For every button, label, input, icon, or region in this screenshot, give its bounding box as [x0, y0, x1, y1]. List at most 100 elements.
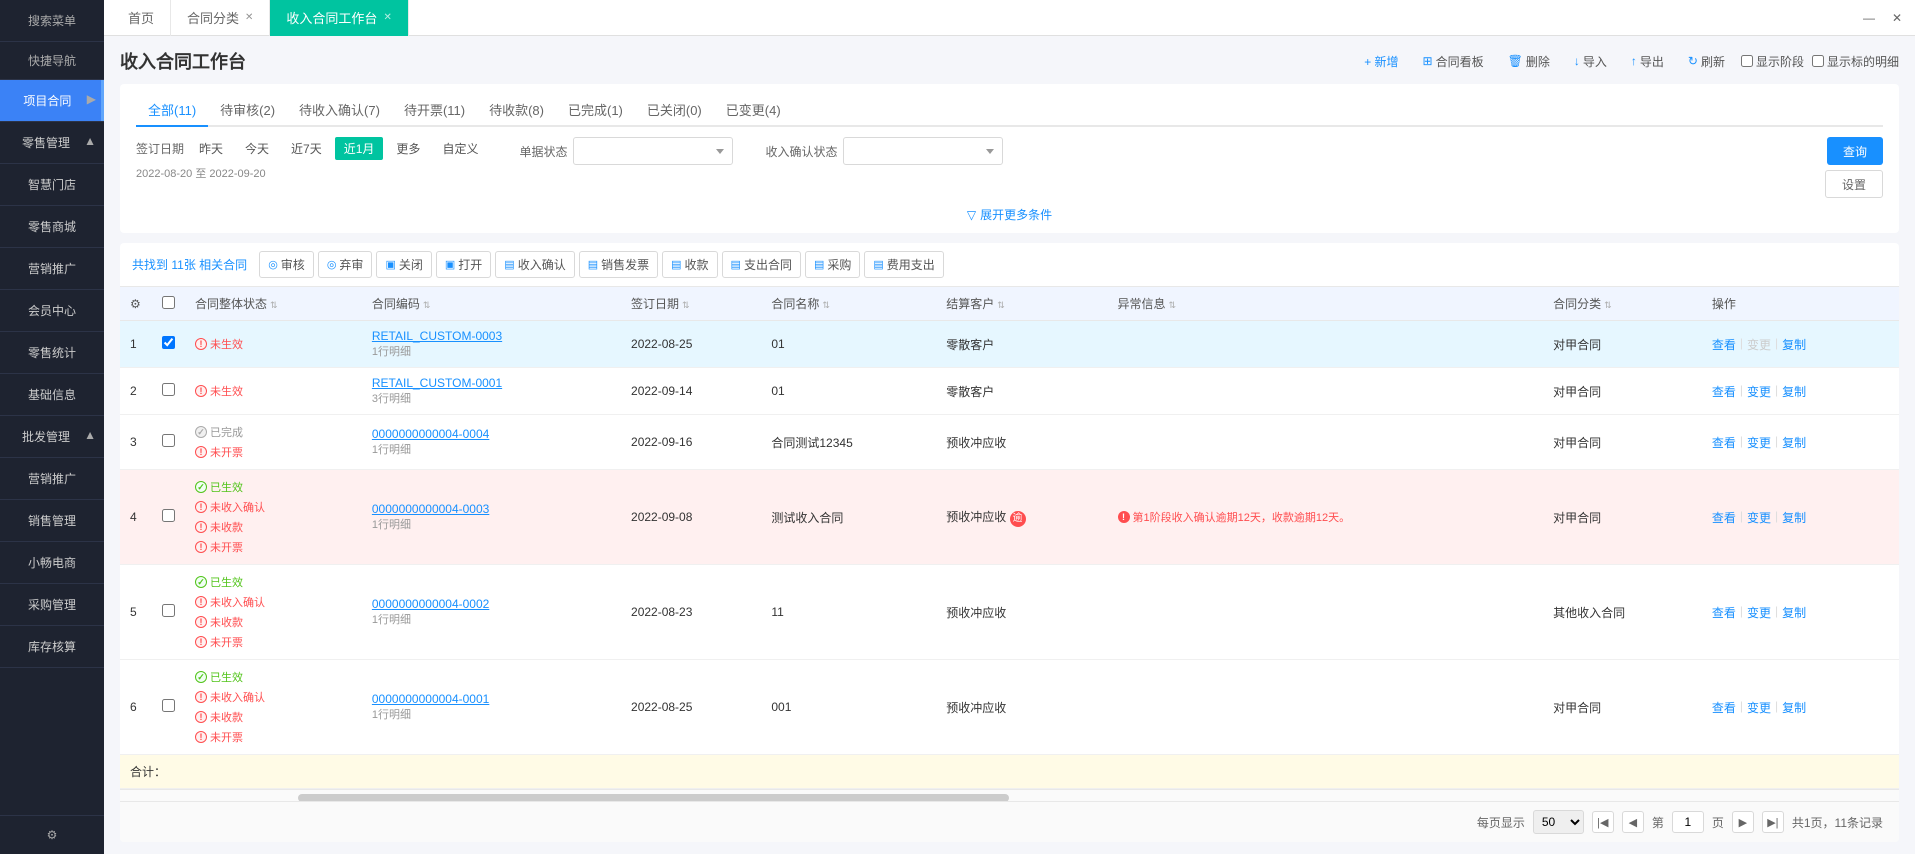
sidebar-quick-nav[interactable]: 快捷导航 — [0, 42, 104, 80]
expense-contract-btn[interactable]: ▤支出合同 — [722, 251, 801, 278]
refresh-btn[interactable]: ↻ 刷新 — [1680, 49, 1733, 74]
import-btn[interactable]: ↓ 导入 — [1566, 49, 1615, 74]
last-page-btn[interactable]: ▶| — [1762, 811, 1784, 833]
contract-code-link[interactable]: RETAIL_CUSTOM-0001 — [372, 376, 611, 390]
status-tab-pending-income[interactable]: 待收入确认(7) — [287, 94, 392, 127]
doc-status-select[interactable] — [573, 137, 733, 165]
show-stages-checkbox[interactable] — [1741, 55, 1753, 67]
sidebar-item-marketing1[interactable]: 营销推广 — [0, 248, 104, 290]
row-select-checkbox[interactable] — [162, 336, 175, 349]
view-btn[interactable]: 查看 — [1712, 434, 1736, 451]
copy-btn[interactable]: 复制 — [1782, 383, 1806, 400]
sidebar-item-wholesale[interactable]: 批发管理 ▲ — [0, 416, 104, 458]
tab-contract-category[interactable]: 合同分类 ✕ — [171, 0, 270, 36]
change-btn[interactable]: 变更 — [1747, 336, 1771, 353]
show-details-checkbox[interactable] — [1812, 55, 1824, 67]
sidebar-item-sales-mgmt[interactable]: 销售管理 — [0, 500, 104, 542]
payment-btn[interactable]: ▤收款 — [662, 251, 717, 278]
sidebar-item-retail-ecom[interactable]: 零售商城 — [0, 206, 104, 248]
tab-home[interactable]: 首页 — [112, 0, 171, 36]
income-confirm-select[interactable] — [843, 137, 1003, 165]
sidebar-item-purchase[interactable]: 采购管理 — [0, 584, 104, 626]
row-select-checkbox[interactable] — [162, 509, 175, 522]
set-btn[interactable]: 设置 — [1825, 170, 1883, 198]
copy-btn[interactable]: 复制 — [1782, 699, 1806, 716]
filter-date-7days[interactable]: 近7天 — [282, 137, 331, 160]
abandon-audit-btn[interactable]: ◎弃审 — [318, 251, 373, 278]
sidebar-item-member[interactable]: 会员中心 — [0, 290, 104, 332]
delete-btn[interactable]: 🗑 删除 — [1500, 49, 1558, 74]
contract-code-link[interactable]: RETAIL_CUSTOM-0003 — [372, 329, 611, 343]
sidebar-item-inventory[interactable]: 库存核算 — [0, 626, 104, 668]
sidebar-item-retail-mgmt[interactable]: 零售管理 ▲ — [0, 122, 104, 164]
income-confirm-btn[interactable]: ▤收入确认 — [495, 251, 574, 278]
purchase-btn[interactable]: ▤采购 — [805, 251, 860, 278]
row-select-checkbox[interactable] — [162, 604, 175, 617]
expense-out-btn[interactable]: ▤费用支出 — [864, 251, 943, 278]
close-window-btn[interactable]: ✕ — [1887, 8, 1907, 28]
tab-income-workbench[interactable]: 收入合同工作台 ✕ — [270, 0, 408, 36]
close-icon[interactable]: ✕ — [245, 12, 253, 23]
filter-date-more[interactable]: 更多 — [387, 137, 429, 160]
status-tab-pending-review[interactable]: 待审核(2) — [208, 94, 287, 127]
sidebar-item-base-info[interactable]: 基础信息 — [0, 374, 104, 416]
kanban-btn[interactable]: ⊞ 合同看板 — [1415, 49, 1492, 74]
status-tab-pending-invoice[interactable]: 待开票(11) — [392, 94, 477, 127]
view-btn[interactable]: 查看 — [1712, 336, 1736, 353]
filter-date-custom[interactable]: 自定义 — [433, 137, 487, 160]
status-tab-closed[interactable]: 已关闭(0) — [635, 94, 714, 127]
prev-page-btn[interactable]: ◀ — [1622, 811, 1644, 833]
sidebar-item-marketing2[interactable]: 营销推广 — [0, 458, 104, 500]
copy-btn[interactable]: 复制 — [1782, 434, 1806, 451]
show-stages-checkbox-label[interactable]: 显示阶段 — [1741, 53, 1804, 70]
contract-code-link[interactable]: 0000000000004-0002 — [372, 597, 611, 611]
copy-btn[interactable]: 复制 — [1782, 336, 1806, 353]
query-btn[interactable]: 查询 — [1827, 137, 1883, 165]
copy-btn[interactable]: 复制 — [1782, 509, 1806, 526]
sidebar-item-xiaochangec[interactable]: 小畅电商 — [0, 542, 104, 584]
contract-code-link[interactable]: 0000000000004-0001 — [372, 692, 611, 706]
sidebar-item-retail-stat[interactable]: 零售统计 — [0, 332, 104, 374]
show-details-checkbox-label[interactable]: 显示标的明细 — [1812, 53, 1899, 70]
first-page-btn[interactable]: |◀ — [1592, 811, 1614, 833]
close-contract-btn[interactable]: ▣关闭 — [376, 251, 431, 278]
sidebar-search[interactable]: 搜索菜单 — [0, 0, 104, 42]
view-btn[interactable]: 查看 — [1712, 383, 1736, 400]
export-btn[interactable]: ↑ 导出 — [1623, 49, 1672, 74]
change-btn[interactable]: 变更 — [1747, 604, 1771, 621]
change-btn[interactable]: 变更 — [1747, 383, 1771, 400]
contract-code-link[interactable]: 0000000000004-0004 — [372, 427, 611, 441]
view-btn[interactable]: 查看 — [1712, 699, 1736, 716]
change-btn[interactable]: 变更 — [1747, 699, 1771, 716]
open-contract-btn[interactable]: ▣打开 — [436, 251, 491, 278]
select-all-checkbox[interactable] — [162, 296, 175, 309]
filter-date-yesterday[interactable]: 昨天 — [190, 137, 232, 160]
sidebar-settings[interactable]: ⚙ — [0, 815, 104, 854]
next-page-btn[interactable]: ▶ — [1732, 811, 1754, 833]
filter-date-1month[interactable]: 近1月 — [335, 137, 384, 160]
expand-filter-btn[interactable]: ▽ 展开更多条件 — [967, 206, 1052, 223]
sidebar-item-project[interactable]: 项目合同 ▶ — [0, 80, 104, 122]
close-icon[interactable]: ✕ — [383, 12, 391, 23]
minimize-btn[interactable]: — — [1859, 8, 1879, 28]
row-select-checkbox[interactable] — [162, 383, 175, 396]
change-btn[interactable]: 变更 — [1747, 509, 1771, 526]
row-select-checkbox[interactable] — [162, 434, 175, 447]
page-size-select[interactable]: 50 10 20 100 — [1533, 810, 1584, 834]
sales-invoice-btn[interactable]: ▤销售发票 — [579, 251, 658, 278]
audit-btn[interactable]: ◎审核 — [259, 251, 314, 278]
status-tab-changed[interactable]: 已变更(4) — [714, 94, 793, 127]
contract-code-link[interactable]: 0000000000004-0003 — [372, 502, 611, 516]
view-btn[interactable]: 查看 — [1712, 509, 1736, 526]
status-tab-all[interactable]: 全部(11) — [136, 94, 208, 127]
view-btn[interactable]: 查看 — [1712, 604, 1736, 621]
change-btn[interactable]: 变更 — [1747, 434, 1771, 451]
horizontal-scrollbar[interactable] — [120, 789, 1899, 801]
copy-btn[interactable]: 复制 — [1782, 604, 1806, 621]
new-btn[interactable]: + 新增 — [1356, 49, 1406, 74]
status-tab-completed[interactable]: 已完成(1) — [556, 94, 635, 127]
filter-date-today[interactable]: 今天 — [236, 137, 278, 160]
page-input[interactable] — [1672, 811, 1704, 833]
status-tab-pending-payment[interactable]: 待收款(8) — [477, 94, 556, 127]
row-select-checkbox[interactable] — [162, 699, 175, 712]
